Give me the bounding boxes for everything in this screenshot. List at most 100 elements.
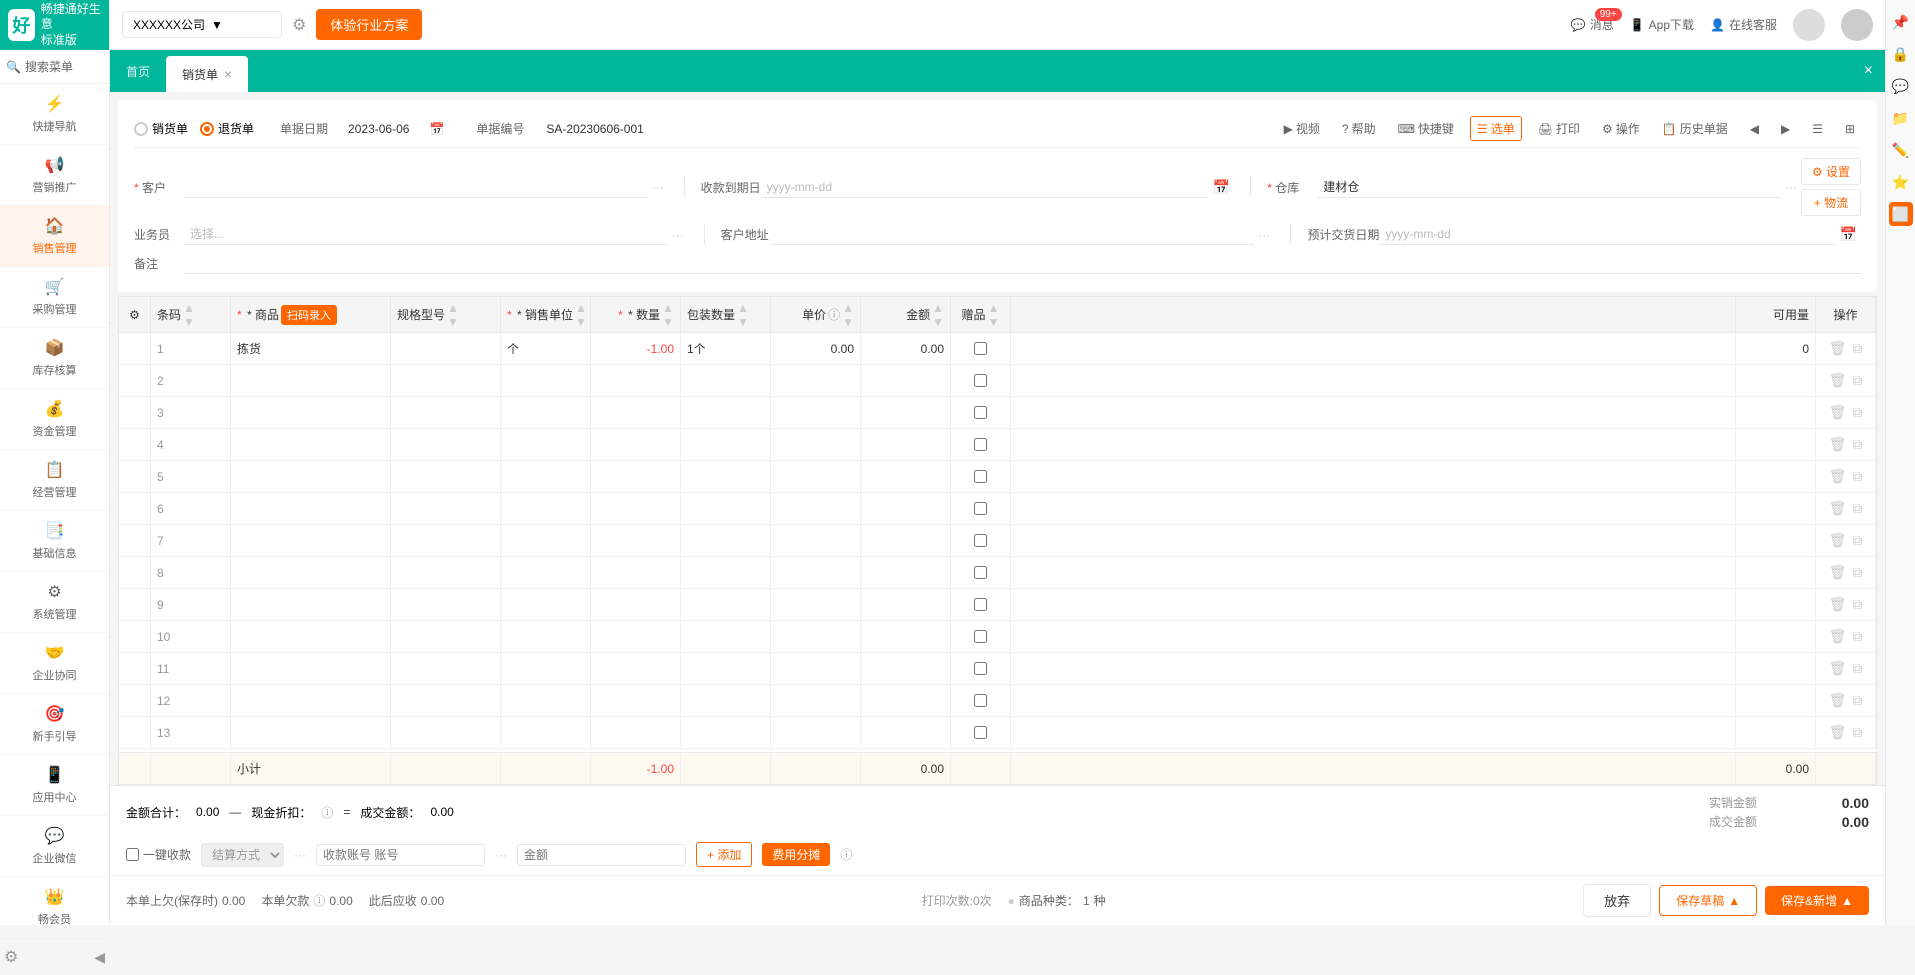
fee-info-icon[interactable]: ⓘ bbox=[840, 846, 852, 863]
td-qty-10[interactable] bbox=[591, 653, 681, 684]
payment-method-select[interactable]: 结算方式 bbox=[201, 843, 284, 867]
td-note-9[interactable] bbox=[1011, 621, 1736, 652]
td-product-0[interactable]: 拣货 bbox=[231, 333, 391, 364]
row-delete-3[interactable]: 🗑 bbox=[1826, 436, 1850, 453]
sidebar-item-1[interactable]: 📢营销推广 bbox=[0, 145, 109, 206]
td-product-8[interactable] bbox=[231, 589, 391, 620]
rp-edit-icon[interactable]: ✏️ bbox=[1889, 138, 1913, 162]
td-qty-4[interactable] bbox=[591, 461, 681, 492]
avatar[interactable] bbox=[1793, 9, 1825, 41]
customer-addr-input[interactable] bbox=[771, 224, 1255, 245]
sidebar-item-0[interactable]: ⚡快捷导航 bbox=[0, 84, 109, 145]
gift-checkbox-12[interactable] bbox=[974, 726, 987, 739]
save-new-button[interactable]: 保存&新增 ▲ bbox=[1765, 886, 1869, 915]
payment-checkbox-label[interactable]: 一键收款 bbox=[126, 846, 191, 863]
trial-button[interactable]: 体验行业方案 bbox=[316, 9, 422, 40]
rp-star-icon[interactable]: ⭐ bbox=[1889, 170, 1913, 194]
row-delete-0[interactable]: 🗑 bbox=[1826, 340, 1850, 357]
td-qty-7[interactable] bbox=[591, 557, 681, 588]
sidebar-item-5[interactable]: 💰资金管理 bbox=[0, 389, 109, 450]
td-amount-8[interactable] bbox=[861, 589, 951, 620]
td-gift-12[interactable] bbox=[951, 717, 1011, 748]
gift-checkbox-0[interactable] bbox=[974, 342, 987, 355]
td-gift-8[interactable] bbox=[951, 589, 1011, 620]
td-gift-0[interactable] bbox=[951, 333, 1011, 364]
sidebar-search-item[interactable]: 🔍 搜索菜单 bbox=[0, 50, 109, 84]
sort-pkgqty[interactable]: ▲▼ bbox=[737, 301, 749, 329]
row-copy-2[interactable]: ⧉ bbox=[1849, 404, 1865, 421]
tab-close-icon[interactable]: × bbox=[224, 66, 232, 82]
td-pkgqty-4[interactable] bbox=[681, 461, 771, 492]
gift-checkbox-7[interactable] bbox=[974, 566, 987, 579]
avatar2[interactable] bbox=[1841, 9, 1873, 41]
save-draft-button[interactable]: 保存草稿 ▲ bbox=[1659, 885, 1757, 916]
td-gift-7[interactable] bbox=[951, 557, 1011, 588]
td-amount-5[interactable] bbox=[861, 493, 951, 524]
sidebar-item-4[interactable]: 📦库存核算 bbox=[0, 328, 109, 389]
td-qty-6[interactable] bbox=[591, 525, 681, 556]
td-price-7[interactable] bbox=[771, 557, 861, 588]
row-copy-12[interactable]: ⧉ bbox=[1849, 724, 1865, 741]
shortcut-btn[interactable]: ⌨快捷键 bbox=[1392, 117, 1460, 140]
td-pkgqty-10[interactable] bbox=[681, 653, 771, 684]
tabbar-close-icon[interactable]: × bbox=[1864, 62, 1885, 80]
td-qty-1[interactable] bbox=[591, 365, 681, 396]
td-price-12[interactable] bbox=[771, 717, 861, 748]
td-price-3[interactable] bbox=[771, 429, 861, 460]
td-pkgqty-7[interactable] bbox=[681, 557, 771, 588]
row-copy-0[interactable]: ⧉ bbox=[1849, 340, 1865, 357]
td-pkgqty-6[interactable] bbox=[681, 525, 771, 556]
td-product-1[interactable] bbox=[231, 365, 391, 396]
td-gift-6[interactable] bbox=[951, 525, 1011, 556]
td-price-1[interactable] bbox=[771, 365, 861, 396]
sidebar-item-12[interactable]: 💬企业微信 bbox=[0, 816, 109, 877]
td-qty-8[interactable] bbox=[591, 589, 681, 620]
payment-checkbox[interactable] bbox=[126, 848, 139, 861]
payment-account-input[interactable] bbox=[316, 844, 485, 866]
message-action[interactable]: 💬 消息 99+ bbox=[1571, 16, 1614, 33]
td-pkgqty-12[interactable] bbox=[681, 717, 771, 748]
tab-home[interactable]: 首页 bbox=[110, 50, 166, 92]
row-copy-10[interactable]: ⧉ bbox=[1849, 660, 1865, 677]
td-amount-4[interactable] bbox=[861, 461, 951, 492]
row-copy-8[interactable]: ⧉ bbox=[1849, 596, 1865, 613]
sidebar-item-3[interactable]: 🛒采购管理 bbox=[0, 267, 109, 328]
td-unit-3[interactable] bbox=[501, 429, 591, 460]
company-select[interactable]: XXXXXX公司 ▼ bbox=[122, 11, 282, 38]
tab-sales-order[interactable]: 销货单 × bbox=[166, 56, 248, 92]
td-price-10[interactable] bbox=[771, 653, 861, 684]
radio-sales[interactable]: 销货单 bbox=[134, 120, 188, 137]
td-product-4[interactable] bbox=[231, 461, 391, 492]
row-delete-10[interactable]: 🗑 bbox=[1826, 660, 1850, 677]
notes-input[interactable] bbox=[184, 253, 1861, 274]
rp-pin-icon[interactable]: 📌 bbox=[1889, 10, 1913, 34]
td-amount-12[interactable] bbox=[861, 717, 951, 748]
td-product-7[interactable] bbox=[231, 557, 391, 588]
td-unit-5[interactable] bbox=[501, 493, 591, 524]
td-unit-11[interactable] bbox=[501, 685, 591, 716]
sort-price[interactable]: ▲▼ bbox=[842, 301, 854, 329]
td-qty-12[interactable] bbox=[591, 717, 681, 748]
td-unit-7[interactable] bbox=[501, 557, 591, 588]
print-btn[interactable]: 🖨打印 bbox=[1532, 117, 1586, 140]
row-delete-11[interactable]: 🗑 bbox=[1826, 692, 1850, 709]
gift-checkbox-10[interactable] bbox=[974, 662, 987, 675]
gift-checkbox-8[interactable] bbox=[974, 598, 987, 611]
receive-date-input[interactable] bbox=[761, 177, 1209, 198]
sidebar-item-10[interactable]: 🎯新手引导 bbox=[0, 694, 109, 755]
td-qty-3[interactable] bbox=[591, 429, 681, 460]
scan-button[interactable]: 扫码录入 bbox=[281, 305, 337, 325]
td-spec-4[interactable] bbox=[391, 461, 501, 492]
td-note-0[interactable] bbox=[1011, 333, 1736, 364]
td-unit-2[interactable] bbox=[501, 397, 591, 428]
view-list-btn[interactable]: ☰ bbox=[1806, 119, 1829, 139]
td-product-6[interactable] bbox=[231, 525, 391, 556]
td-spec-6[interactable] bbox=[391, 525, 501, 556]
td-note-4[interactable] bbox=[1011, 461, 1736, 492]
td-note-6[interactable] bbox=[1011, 525, 1736, 556]
sort-gift[interactable]: ▲▼ bbox=[988, 301, 1000, 329]
radio-return[interactable]: 退货单 bbox=[200, 120, 254, 137]
td-gift-2[interactable] bbox=[951, 397, 1011, 428]
warehouse-more-icon[interactable]: ··· bbox=[1781, 180, 1801, 194]
sidebar-item-2[interactable]: 🏠销售管理 bbox=[0, 206, 109, 267]
